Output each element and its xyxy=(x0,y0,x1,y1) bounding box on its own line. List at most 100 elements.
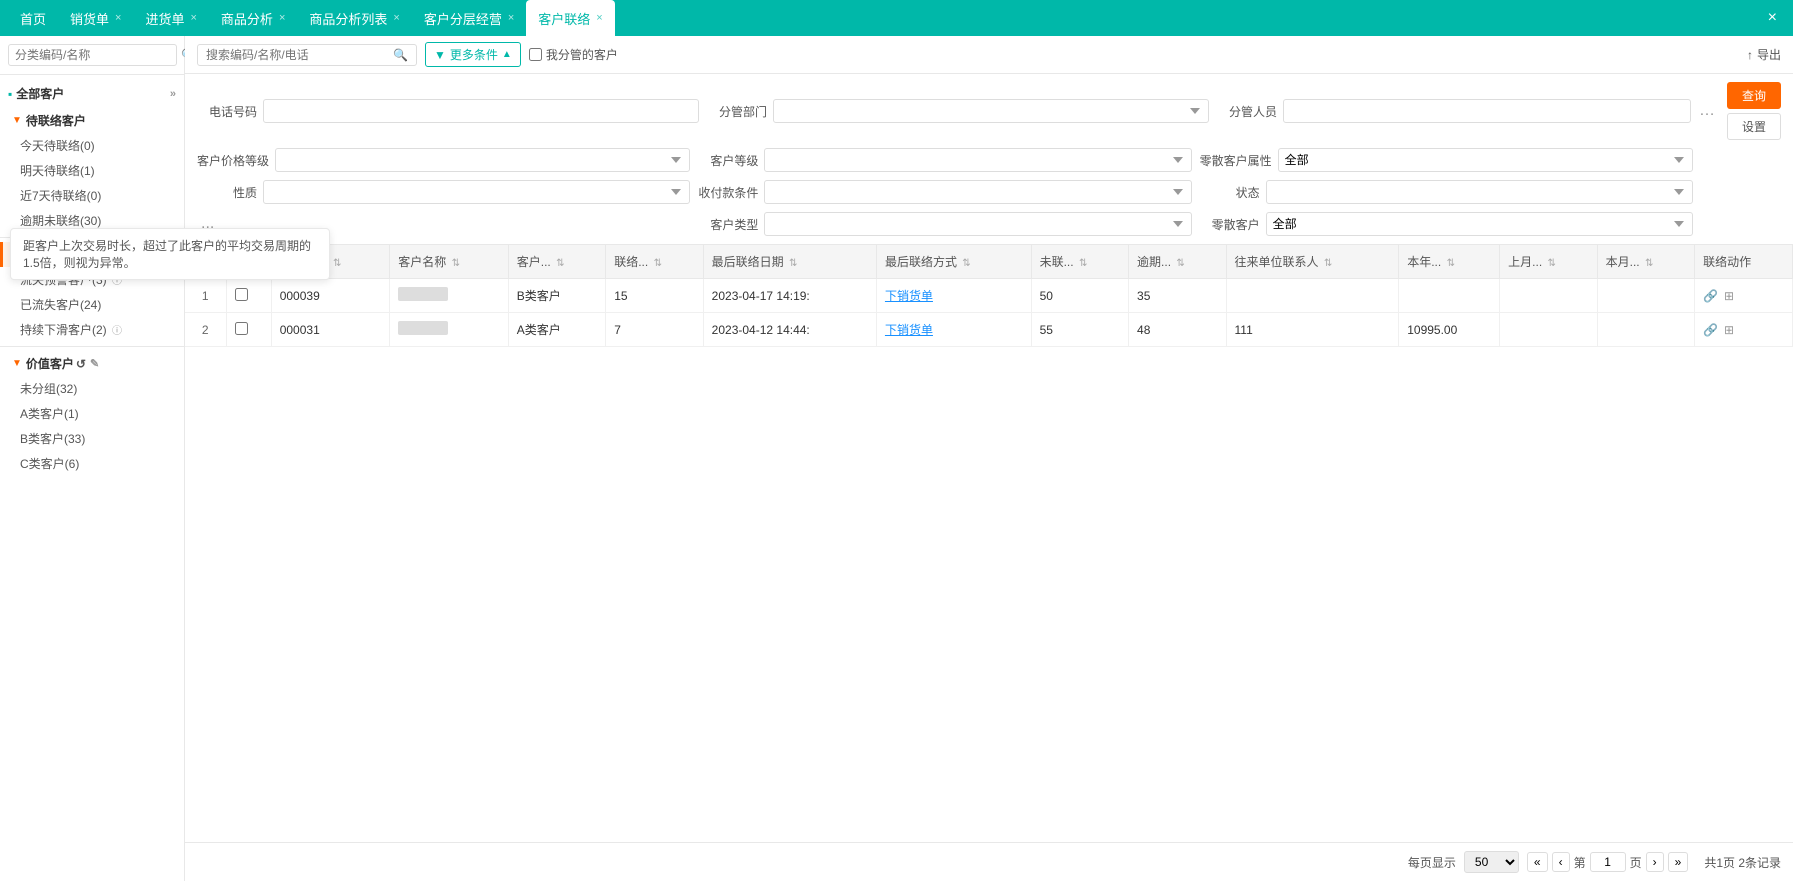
current-page-input[interactable] xyxy=(1590,852,1626,872)
filter-bar: 🔍 ▼ 更多条件 ▲ 我分管的客户 ↑ 导出 xyxy=(185,36,1793,74)
filter-status-field: 状态 xyxy=(1200,180,1693,204)
customer-search-input[interactable] xyxy=(206,48,393,62)
sidebar-item-class-c[interactable]: C类客户(6) xyxy=(0,451,184,476)
next-page-button[interactable]: › xyxy=(1646,852,1664,872)
close-sales-order-icon[interactable]: × xyxy=(115,12,121,24)
nav-home[interactable]: 首页 xyxy=(8,0,58,36)
row2-index: 2 xyxy=(185,313,226,347)
customer-level-select[interactable] xyxy=(764,148,1191,172)
sidebar-item-churned[interactable]: 已流失客户(24) xyxy=(0,292,184,317)
last-month-header[interactable]: 上月... ⇅ xyxy=(1500,245,1597,279)
nav-sales-order[interactable]: 销货单 × xyxy=(58,0,133,36)
window-close-button[interactable]: × xyxy=(1760,9,1785,27)
row1-last-month xyxy=(1500,279,1597,313)
content-area: 🔍 ▼ 更多条件 ▲ 我分管的客户 ↑ 导出 电话号码 xyxy=(185,36,1793,881)
reload-icon[interactable]: ↺ xyxy=(76,357,86,371)
row1-code: 000039 xyxy=(271,279,390,313)
close-product-analysis-list-icon[interactable]: × xyxy=(393,12,399,24)
row2-type: A类客户 xyxy=(508,313,605,347)
filter-row-3: 性质 收付款条件 状态 xyxy=(197,180,1781,204)
overdue-header[interactable]: 逾期... ⇅ xyxy=(1129,245,1226,279)
customer-type-header[interactable]: 客户... ⇅ xyxy=(508,245,605,279)
row2-checkbox-cell[interactable] xyxy=(226,313,271,347)
this-month-header[interactable]: 本月... ⇅ xyxy=(1597,245,1694,279)
close-customer-segmentation-icon[interactable]: × xyxy=(508,12,514,24)
total-records-label: 共1页 2条记录 xyxy=(1704,854,1781,871)
manager-input[interactable] xyxy=(1283,99,1691,123)
row1-index: 1 xyxy=(185,279,226,313)
contact-person-header[interactable]: 往来单位联系人 ⇅ xyxy=(1226,245,1399,279)
export-button[interactable]: ↑ 导出 xyxy=(1747,46,1781,63)
price-level-select[interactable] xyxy=(275,148,690,172)
my-customers-checkbox-area[interactable]: 我分管的客户 xyxy=(529,46,618,63)
export-icon: ↑ xyxy=(1747,48,1753,62)
row1-checkbox[interactable] xyxy=(235,288,248,301)
nav-purchase-order[interactable]: 进货单 × xyxy=(133,0,208,36)
last-page-button[interactable]: » xyxy=(1668,852,1689,872)
sidebar-item-class-b[interactable]: B类客户(33) xyxy=(0,426,184,451)
row2-link-icon[interactable]: 🔗 xyxy=(1703,323,1718,337)
filter-customer-level-field: 客户等级 xyxy=(698,148,1191,172)
sidebar-item-unclassified[interactable]: 未分组(32) xyxy=(0,376,184,401)
manager-more-icon[interactable]: … xyxy=(1695,102,1719,120)
my-customers-checkbox[interactable] xyxy=(529,48,542,61)
retail-attribute-select[interactable]: 全部 xyxy=(1278,148,1693,172)
sidebar-item-class-a[interactable]: A类客户(1) xyxy=(0,401,184,426)
settings-button[interactable]: 设置 xyxy=(1727,113,1781,140)
customer-type-select[interactable] xyxy=(764,212,1191,236)
edit-icon[interactable]: ✎ xyxy=(90,357,99,370)
row2-contact-person: 111 xyxy=(1226,313,1399,347)
row2-contact-method-link[interactable]: 下销货单 xyxy=(885,323,933,337)
row2-menu-icon[interactable]: ⊞ xyxy=(1724,323,1734,337)
nav-customer-contact[interactable]: 客户联络 × xyxy=(526,0,614,36)
nav-product-analysis-list[interactable]: 商品分析列表 × xyxy=(297,0,411,36)
row2-uncontacted: 55 xyxy=(1031,313,1128,347)
chevron-up-icon: ▲ xyxy=(502,49,512,60)
close-purchase-order-icon[interactable]: × xyxy=(190,12,196,24)
uncontacted-header[interactable]: 未联... ⇅ xyxy=(1031,245,1128,279)
category-search-input[interactable] xyxy=(8,44,177,66)
last-contact-method-header[interactable]: 最后联络方式 ⇅ xyxy=(876,245,1031,279)
contact-count-header[interactable]: 联络... ⇅ xyxy=(606,245,703,279)
query-button[interactable]: 查询 xyxy=(1727,82,1781,109)
action-buttons: 查询 设置 xyxy=(1727,82,1781,140)
customer-name-header[interactable]: 客户名称 ⇅ xyxy=(390,245,509,279)
department-select[interactable] xyxy=(773,99,1209,123)
last-contact-date-header[interactable]: 最后联络日期 ⇅ xyxy=(703,245,876,279)
phone-input[interactable] xyxy=(263,99,699,123)
this-year-header[interactable]: 本年... ⇅ xyxy=(1399,245,1500,279)
row1-menu-icon[interactable]: ⊞ xyxy=(1724,289,1734,303)
sidebar-item-tomorrow-pending[interactable]: 明天待联络(1) xyxy=(0,158,184,183)
per-page-label: 每页显示 xyxy=(1408,854,1456,871)
close-customer-contact-icon[interactable]: × xyxy=(596,12,602,24)
retail-customer-select[interactable]: 全部 xyxy=(1266,212,1693,236)
page-navigation: « ‹ 第 页 › » xyxy=(1527,852,1688,872)
payment-select[interactable] xyxy=(764,180,1191,204)
first-page-button[interactable]: « xyxy=(1527,852,1548,872)
sidebar-group-value-customers[interactable]: ▼ 价值客户 ↺ ✎ xyxy=(0,351,184,376)
sidebar-item-declining[interactable]: 持续下滑客户(2) ⓘ xyxy=(0,317,184,342)
row2-checkbox[interactable] xyxy=(235,322,248,335)
nav-product-analysis[interactable]: 商品分析 × xyxy=(209,0,297,36)
prev-page-button[interactable]: ‹ xyxy=(1552,852,1570,872)
filter-phone-field: 电话号码 xyxy=(197,99,699,123)
sidebar-group-pending-contact[interactable]: ▼ 待联络客户 xyxy=(0,108,184,133)
close-product-analysis-icon[interactable]: × xyxy=(279,12,285,24)
row1-link-icon[interactable]: 🔗 xyxy=(1703,289,1718,303)
status-select[interactable] xyxy=(1266,180,1693,204)
row1-last-contact-method[interactable]: 下销货单 xyxy=(876,279,1031,313)
filter-row-4: ... 客户类型 零散客户 全部 xyxy=(197,212,1781,236)
per-page-select[interactable]: 50 20 100 xyxy=(1464,851,1519,873)
all-customers-header[interactable]: ▪ 全部客户 » xyxy=(0,79,184,108)
row1-contact-method-link[interactable]: 下销货单 xyxy=(885,289,933,303)
sidebar-divider-2 xyxy=(0,346,184,347)
more-conditions-button[interactable]: ▼ 更多条件 ▲ xyxy=(425,42,521,67)
search-magnifier-icon[interactable]: 🔍 xyxy=(393,48,408,62)
nature-select[interactable] xyxy=(263,180,690,204)
sidebar-item-7days-pending[interactable]: 近7天待联络(0) xyxy=(0,183,184,208)
sidebar-item-today-pending[interactable]: 今天待联络(0) xyxy=(0,133,184,158)
row1-checkbox-cell[interactable] xyxy=(226,279,271,313)
info-icon-3[interactable]: ⓘ xyxy=(112,326,122,337)
nav-customer-segmentation[interactable]: 客户分层经营 × xyxy=(412,0,526,36)
row2-last-contact-method[interactable]: 下销货单 xyxy=(876,313,1031,347)
